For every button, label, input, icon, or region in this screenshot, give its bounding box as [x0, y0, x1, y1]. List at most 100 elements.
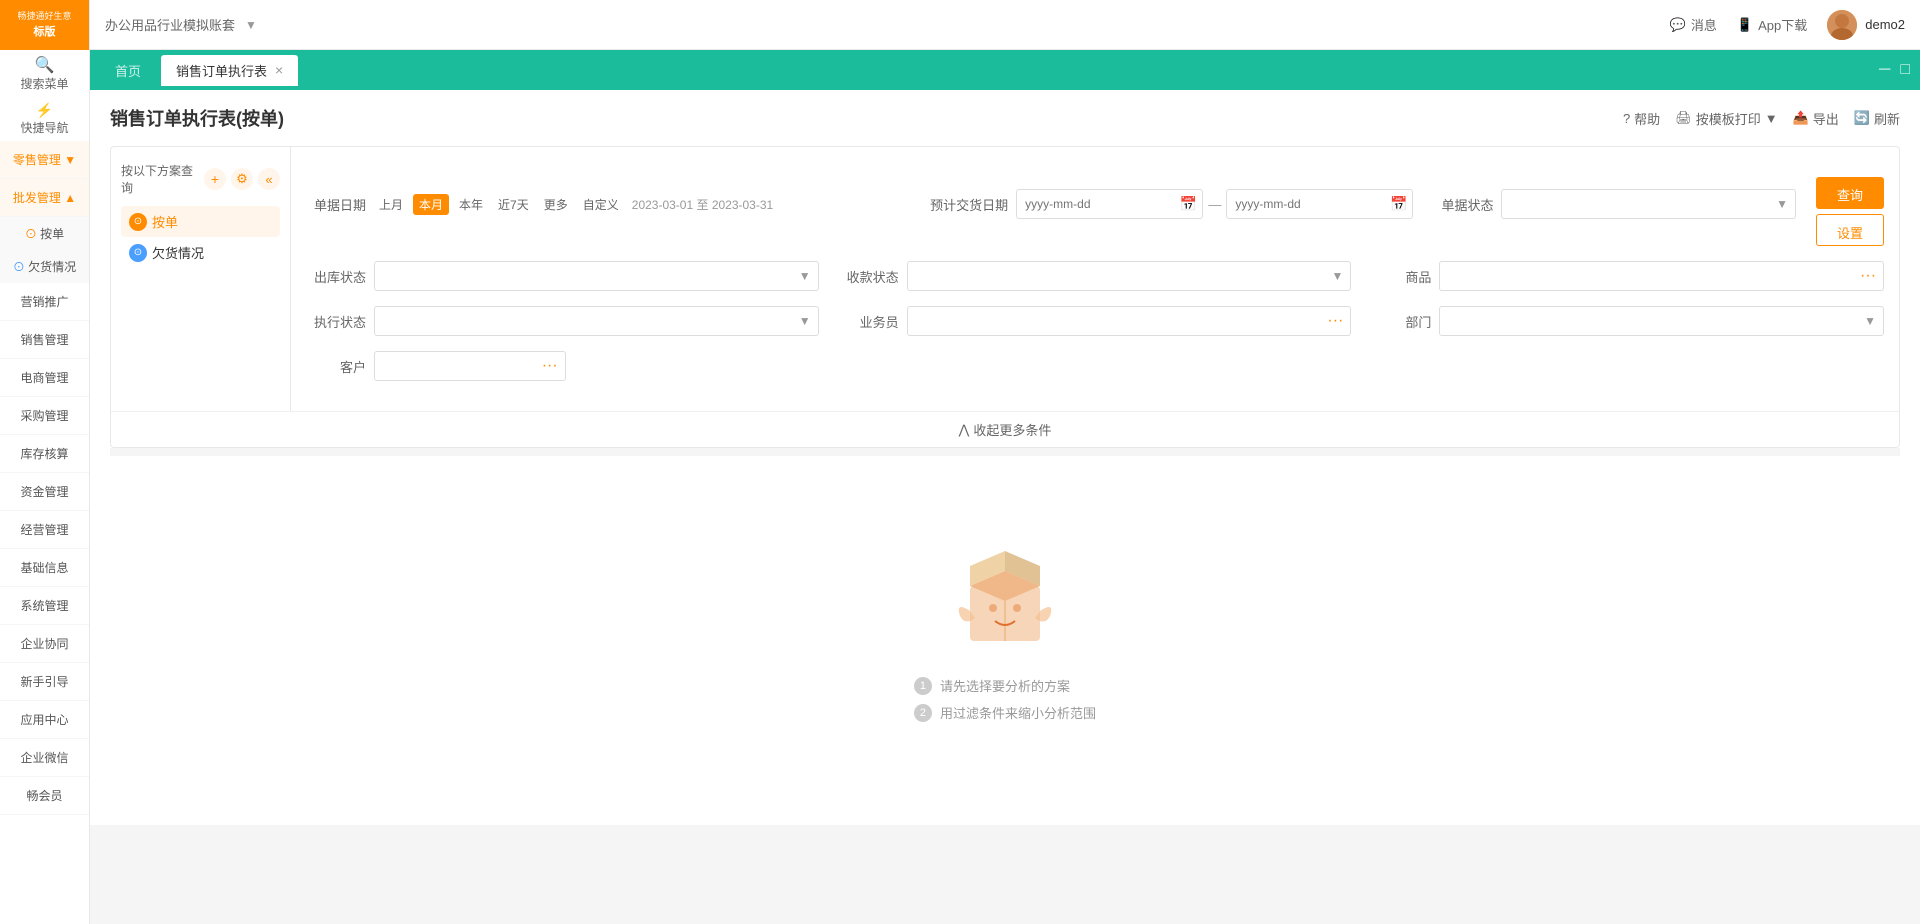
collapse-sidebar-icon[interactable]: «: [258, 168, 280, 190]
doc-status-select[interactable]: [1501, 189, 1796, 219]
tab-close-icon[interactable]: ×: [275, 63, 283, 77]
filter-scheme-title: 按以下方案查询 + ⚙ «: [121, 162, 280, 196]
scheme-item-by-order[interactable]: ⊙ 按单: [121, 206, 280, 237]
shipment-status-label: 出库状态: [306, 267, 366, 286]
date-tab-more[interactable]: 更多: [539, 194, 573, 215]
dept-control: ▼: [1439, 306, 1884, 336]
salesperson-input[interactable]: [907, 306, 1352, 336]
sidebar-item-member[interactable]: 畅会员: [0, 777, 89, 815]
tab-sales-exec[interactable]: 销售订单执行表 ×: [161, 55, 298, 86]
sidebar-search-menu[interactable]: 🔍 搜索菜单: [0, 50, 89, 97]
tabbar: 首页 销售订单执行表 × ─ □: [90, 50, 1920, 90]
sidebar-logo: 畅捷通好生意 标版: [0, 0, 89, 50]
collapse-up-icon: ⋀: [959, 422, 970, 438]
print-button[interactable]: 🖨 按模板打印 ▼: [1675, 109, 1777, 128]
sidebar-item-apps[interactable]: 应用中心: [0, 701, 89, 739]
sidebar-item-purchase[interactable]: 采购管理: [0, 397, 89, 435]
sidebar-item-system[interactable]: 系统管理: [0, 587, 89, 625]
salesperson-dots-icon[interactable]: ···: [1327, 312, 1343, 330]
main-area: 办公用品行业模拟账套 ▼ 💬 消息 📱 App下载 de: [90, 0, 1920, 924]
collapse-label: 收起更多条件: [973, 420, 1051, 439]
scheme-item-shortage[interactable]: ⊙ 欠货情况: [121, 237, 280, 268]
shipment-status-select[interactable]: [374, 261, 819, 291]
expected-date-start[interactable]: [1016, 189, 1203, 219]
sidebar-sub-item-shortage[interactable]: ⊙ 欠货情况: [0, 250, 89, 283]
export-icon: 📤: [1793, 110, 1809, 126]
sidebar-item-retail[interactable]: 零售管理 ▼: [0, 141, 89, 179]
help-icon: ?: [1623, 111, 1630, 126]
exec-status-select[interactable]: [374, 306, 819, 336]
collapse-link[interactable]: ⋀ 收起更多条件: [119, 420, 1891, 439]
dept-label: 部门: [1371, 312, 1431, 331]
tab-home[interactable]: 首页: [100, 55, 156, 86]
print-icon: 🖨: [1675, 110, 1692, 126]
sidebar-item-marketing[interactable]: 营销推广: [0, 283, 89, 321]
print-label: 按模板打印: [1696, 109, 1761, 128]
sidebar: 畅捷通好生意 标版 🔍 搜索菜单 ⚡ 快捷导航 零售管理 ▼ 批发管理 ▲ ⊙ …: [0, 0, 90, 924]
salesperson-label: 业务员: [839, 312, 899, 331]
export-button[interactable]: 📤 导出: [1793, 109, 1839, 128]
settings-scheme-icon[interactable]: ⚙: [231, 168, 253, 190]
exec-status-label: 执行状态: [306, 312, 366, 331]
filter-right: 单据日期 上月 本月 本年 近7天 更多 自定义: [291, 147, 1899, 411]
date-tab-7days[interactable]: 近7天: [493, 194, 534, 215]
topbar-user[interactable]: demo2: [1827, 10, 1905, 40]
sidebar-item-operation[interactable]: 经营管理: [0, 511, 89, 549]
goods-label: 商品: [1371, 267, 1431, 286]
filter-item-receipt: 收款状态 ▼: [839, 261, 1352, 291]
goods-dots-icon[interactable]: ···: [1860, 267, 1876, 285]
topbar-message[interactable]: 💬 消息: [1670, 15, 1717, 34]
filter-item-exec-status: 执行状态 ▼: [306, 306, 819, 336]
calendar-end-icon: 📅: [1390, 196, 1407, 213]
filter-left: 按以下方案查询 + ⚙ « ⊙ 按单 ⊙: [111, 147, 291, 411]
date-tab-custom[interactable]: 自定义: [578, 194, 624, 215]
doc-status-control: ▼: [1501, 189, 1796, 219]
dept-select[interactable]: [1439, 306, 1884, 336]
message-icon: 💬: [1670, 17, 1686, 33]
date-separator: —: [1208, 197, 1221, 212]
sidebar-item-cooperation[interactable]: 企业协同: [0, 625, 89, 663]
sidebar-item-wholesale[interactable]: 批发管理 ▲: [0, 179, 89, 217]
help-label: 帮助: [1634, 109, 1660, 128]
topbar-app-download[interactable]: 📱 App下载: [1737, 15, 1807, 34]
date-tabs: 上月 本月 本年 近7天 更多 自定义: [374, 194, 624, 215]
help-button[interactable]: ? 帮助: [1623, 109, 1660, 128]
tip-text-1: 请先选择要分析的方案: [940, 676, 1070, 695]
topbar-right: 💬 消息 📱 App下载 demo2: [1670, 10, 1905, 40]
tabbar-maximize-icon[interactable]: □: [1900, 61, 1910, 79]
customer-dots-icon[interactable]: ···: [542, 357, 558, 375]
sidebar-quick-nav[interactable]: ⚡ 快捷导航: [0, 97, 89, 141]
print-dropdown-icon: ▼: [1765, 111, 1778, 126]
sidebar-item-inventory[interactable]: 库存核算: [0, 435, 89, 473]
topbar-dropdown-icon[interactable]: ▼: [245, 18, 257, 32]
query-button[interactable]: 查询: [1816, 177, 1884, 209]
sidebar-item-wechat[interactable]: 企业微信: [0, 739, 89, 777]
filter-panel: 按以下方案查询 + ⚙ « ⊙ 按单 ⊙: [110, 146, 1900, 448]
refresh-icon: 🔄: [1854, 110, 1870, 126]
sidebar-item-ecom[interactable]: 电商管理: [0, 359, 89, 397]
tabbar-minimize-icon[interactable]: ─: [1879, 61, 1890, 79]
refresh-button[interactable]: 🔄 刷新: [1854, 109, 1900, 128]
username-label: demo2: [1865, 17, 1905, 32]
receipt-status-select[interactable]: [907, 261, 1352, 291]
calendar-start-icon: 📅: [1180, 196, 1197, 213]
sidebar-sub-item-by-order[interactable]: ⊙ 按单: [0, 217, 89, 250]
section-divider: [110, 448, 1900, 456]
sidebar-item-newbie[interactable]: 新手引导: [0, 663, 89, 701]
goods-input[interactable]: [1439, 261, 1884, 291]
date-tab-this-month[interactable]: 本月: [413, 194, 449, 215]
export-label: 导出: [1813, 109, 1839, 128]
sidebar-item-finance[interactable]: 资金管理: [0, 473, 89, 511]
sidebar-item-sales[interactable]: 销售管理: [0, 321, 89, 359]
logo-line2: 标版: [17, 25, 71, 40]
date-tab-last-month[interactable]: 上月: [374, 194, 408, 215]
filter-item-goods: 商品 ···: [1371, 261, 1884, 291]
sidebar-item-basic[interactable]: 基础信息: [0, 549, 89, 587]
customer-input[interactable]: [374, 351, 566, 381]
add-scheme-icon[interactable]: +: [204, 168, 226, 190]
date-tab-this-year[interactable]: 本年: [454, 194, 488, 215]
expected-date-end[interactable]: [1226, 189, 1413, 219]
scheme-label-shortage: 欠货情况: [152, 243, 204, 262]
topbar-title: 办公用品行业模拟账套: [105, 15, 235, 34]
settings-button[interactable]: 设置: [1816, 214, 1884, 246]
